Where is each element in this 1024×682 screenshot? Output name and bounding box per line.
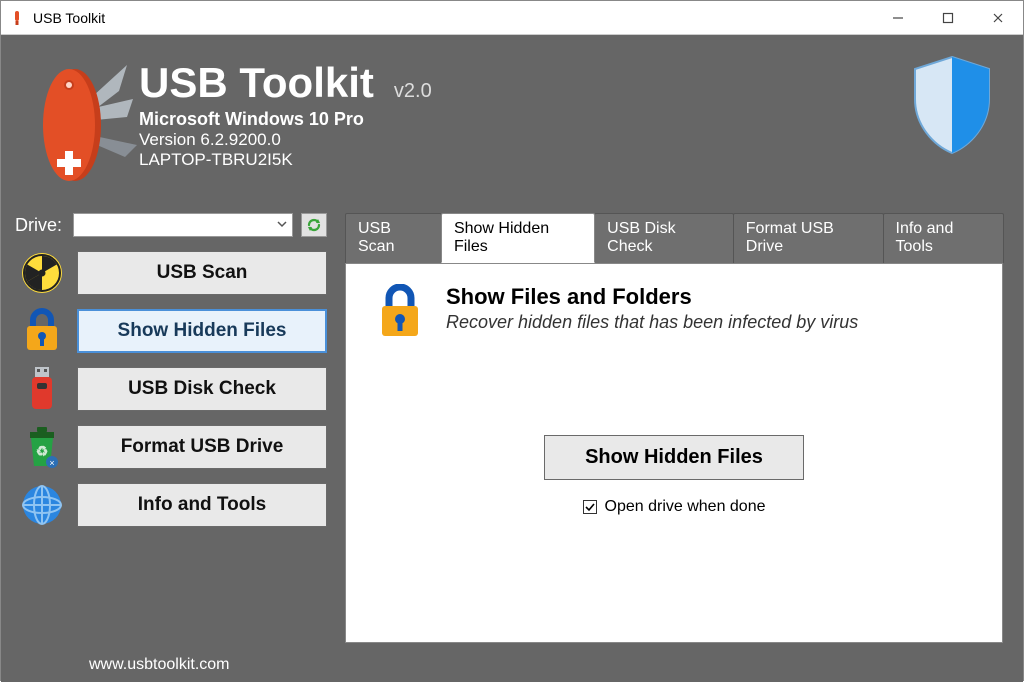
drive-select[interactable] bbox=[73, 213, 293, 237]
lower-layout: Drive: bbox=[1, 205, 1023, 643]
title-bar: USB Toolkit bbox=[1, 1, 1023, 35]
sidebar-item-label: USB Scan bbox=[157, 262, 248, 284]
panel-header-row: Show Files and Folders Recover hidden fi… bbox=[374, 284, 974, 345]
sidebar-item-label: USB Disk Check bbox=[128, 378, 276, 400]
os-version: Version 6.2.9200.0 bbox=[139, 130, 907, 150]
sidebar-row: Show Hidden Files bbox=[15, 307, 327, 355]
header: USB Toolkit v2.0 Microsoft Windows 10 Pr… bbox=[1, 35, 1023, 205]
header-texts: USB Toolkit v2.0 Microsoft Windows 10 Pr… bbox=[139, 55, 907, 170]
tab-show-hidden-files[interactable]: Show Hidden Files bbox=[441, 213, 595, 263]
sidebar-item-label: Format USB Drive bbox=[121, 436, 284, 458]
maximize-button[interactable] bbox=[923, 1, 973, 34]
panel-actions: Show Hidden Files Open drive when done bbox=[374, 435, 974, 516]
content-area: USB Scan Show Hidden Files USB Disk Chec… bbox=[345, 213, 1003, 643]
app-body: USB Toolkit v2.0 Microsoft Windows 10 Pr… bbox=[1, 35, 1023, 682]
sidebar-item-label: Show Hidden Files bbox=[118, 320, 287, 342]
tab-label: USB Scan bbox=[358, 220, 394, 255]
sidebar-btn-format-usb-drive[interactable]: Format USB Drive bbox=[77, 425, 327, 469]
chevron-down-icon bbox=[276, 217, 288, 233]
tab-usb-disk-check[interactable]: USB Disk Check bbox=[594, 213, 734, 263]
padlock-icon bbox=[15, 307, 69, 355]
recycle-bin-icon: ♻ × bbox=[15, 423, 69, 471]
svg-text:×: × bbox=[49, 458, 54, 468]
refresh-icon bbox=[306, 217, 322, 233]
sidebar-btn-show-hidden-files[interactable]: Show Hidden Files bbox=[77, 309, 327, 353]
panel-subtitle: Recover hidden files that has been infec… bbox=[446, 312, 858, 333]
swiss-knife-icon bbox=[19, 55, 139, 195]
sidebar-row: Info and Tools bbox=[15, 481, 327, 529]
app-version: v2.0 bbox=[394, 80, 432, 103]
sidebar-btn-usb-disk-check[interactable]: USB Disk Check bbox=[77, 367, 327, 411]
tab-info-and-tools[interactable]: Info and Tools bbox=[883, 213, 1004, 263]
minimize-button[interactable] bbox=[873, 1, 923, 34]
action-button-label: Show Hidden Files bbox=[585, 446, 763, 468]
tab-label: Info and Tools bbox=[896, 220, 954, 255]
panel-head-texts: Show Files and Folders Recover hidden fi… bbox=[446, 284, 858, 333]
sidebar: Drive: bbox=[15, 213, 327, 539]
title-bar-left: USB Toolkit bbox=[9, 10, 105, 26]
radioactive-icon bbox=[15, 249, 69, 297]
show-hidden-files-button[interactable]: Show Hidden Files bbox=[544, 435, 804, 480]
close-button[interactable] bbox=[973, 1, 1023, 34]
footer-link[interactable]: www.usbtoolkit.com bbox=[89, 656, 230, 674]
sidebar-btn-usb-scan[interactable]: USB Scan bbox=[77, 251, 327, 295]
usb-drive-icon bbox=[15, 365, 69, 413]
tab-usb-scan[interactable]: USB Scan bbox=[345, 213, 442, 263]
checkbox-label: Open drive when done bbox=[605, 498, 766, 516]
globe-icon bbox=[15, 481, 69, 529]
hostname: LAPTOP-TBRU2I5K bbox=[139, 150, 907, 170]
drive-row: Drive: bbox=[15, 213, 327, 237]
tab-format-usb-drive[interactable]: Format USB Drive bbox=[733, 213, 884, 263]
sidebar-row: USB Scan bbox=[15, 249, 327, 297]
tab-label: USB Disk Check bbox=[607, 220, 675, 255]
panel-title: Show Files and Folders bbox=[446, 284, 858, 310]
os-name: Microsoft Windows 10 Pro bbox=[139, 109, 907, 130]
sidebar-row: USB Disk Check bbox=[15, 365, 327, 413]
app-icon bbox=[9, 10, 25, 26]
title-bar-controls bbox=[873, 1, 1023, 34]
refresh-drives-button[interactable] bbox=[301, 213, 327, 237]
padlock-icon bbox=[374, 284, 428, 345]
sidebar-item-label: Info and Tools bbox=[138, 494, 266, 516]
svg-text:♻: ♻ bbox=[36, 443, 49, 459]
sidebar-row: ♻ × Format USB Drive bbox=[15, 423, 327, 471]
window-title: USB Toolkit bbox=[33, 10, 105, 26]
checkbox-icon bbox=[583, 500, 597, 514]
drive-label: Drive: bbox=[15, 215, 65, 236]
sidebar-btn-info-and-tools[interactable]: Info and Tools bbox=[77, 483, 327, 527]
tab-label: Format USB Drive bbox=[746, 220, 834, 255]
app-title: USB Toolkit bbox=[139, 59, 374, 107]
tab-panel: Show Files and Folders Recover hidden fi… bbox=[345, 263, 1003, 643]
tab-label: Show Hidden Files bbox=[454, 220, 549, 255]
shield-icon bbox=[907, 55, 997, 155]
open-drive-when-done-row[interactable]: Open drive when done bbox=[374, 498, 974, 516]
tab-strip: USB Scan Show Hidden Files USB Disk Chec… bbox=[345, 213, 1003, 263]
